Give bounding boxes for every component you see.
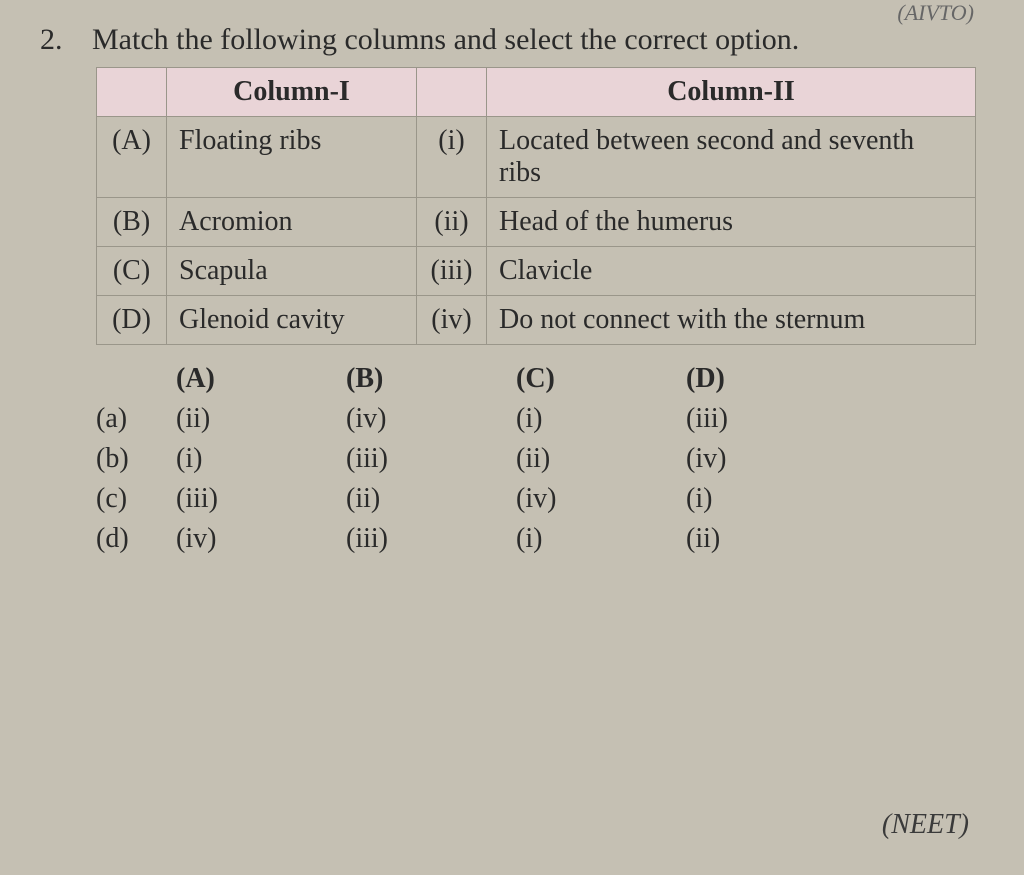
table-row: (D) Glenoid cavity (iv) Do not connect w… bbox=[97, 295, 976, 344]
match-table-wrap: Column-I Column-II (A) Floating ribs (i)… bbox=[96, 67, 984, 345]
option-row-d[interactable]: (d) (iv) (iii) (i) (ii) bbox=[96, 523, 984, 555]
option-row-c[interactable]: (c) (iii) (ii) (iv) (i) bbox=[96, 483, 984, 515]
option-label-a: (a) bbox=[96, 403, 176, 435]
row-marker-B: (B) bbox=[97, 197, 167, 246]
option-a-B: (iv) bbox=[346, 403, 516, 435]
question-text: Match the following columns and select t… bbox=[92, 20, 799, 61]
column-1-header: Column-I bbox=[167, 67, 417, 116]
options-header-B: (B) bbox=[346, 363, 516, 395]
option-c-B: (ii) bbox=[346, 483, 516, 515]
option-c-D: (i) bbox=[686, 483, 856, 515]
table-row: (C) Scapula (iii) Clavicle bbox=[97, 246, 976, 295]
row-col1-C: Scapula bbox=[167, 246, 417, 295]
row-marker-ii: (ii) bbox=[417, 197, 487, 246]
option-label-d: (d) bbox=[96, 523, 176, 555]
option-d-D: (ii) bbox=[686, 523, 856, 555]
options-header-A: (A) bbox=[176, 363, 346, 395]
option-d-A: (iv) bbox=[176, 523, 346, 555]
options-wrap: (A) (B) (C) (D) (a) (ii) (iv) (i) (iii) … bbox=[96, 363, 984, 555]
match-table: Column-I Column-II (A) Floating ribs (i)… bbox=[96, 67, 976, 345]
blank-header-2 bbox=[417, 67, 487, 116]
options-header-row: (A) (B) (C) (D) bbox=[96, 363, 984, 395]
option-b-B: (iii) bbox=[346, 443, 516, 475]
option-row-b[interactable]: (b) (i) (iii) (ii) (iv) bbox=[96, 443, 984, 475]
row-marker-C: (C) bbox=[97, 246, 167, 295]
row-marker-i: (i) bbox=[417, 116, 487, 197]
source-tag: (NEET) bbox=[882, 809, 969, 841]
row-col2-ii: Head of the humerus bbox=[487, 197, 976, 246]
row-col1-D: Glenoid cavity bbox=[167, 295, 417, 344]
question-number: 2. bbox=[40, 23, 92, 57]
table-row: (B) Acromion (ii) Head of the humerus bbox=[97, 197, 976, 246]
option-c-A: (iii) bbox=[176, 483, 346, 515]
header-fragment: (AIVTO) bbox=[897, 0, 974, 26]
option-b-D: (iv) bbox=[686, 443, 856, 475]
option-d-C: (i) bbox=[516, 523, 686, 555]
options-header-blank bbox=[96, 363, 176, 395]
row-marker-A: (A) bbox=[97, 116, 167, 197]
row-marker-iii: (iii) bbox=[417, 246, 487, 295]
column-2-header: Column-II bbox=[487, 67, 976, 116]
row-col2-iii: Clavicle bbox=[487, 246, 976, 295]
row-marker-iv: (iv) bbox=[417, 295, 487, 344]
row-col1-A: Floating ribs bbox=[167, 116, 417, 197]
option-label-b: (b) bbox=[96, 443, 176, 475]
option-d-B: (iii) bbox=[346, 523, 516, 555]
option-a-C: (i) bbox=[516, 403, 686, 435]
options-header-D: (D) bbox=[686, 363, 856, 395]
option-label-c: (c) bbox=[96, 483, 176, 515]
option-a-A: (ii) bbox=[176, 403, 346, 435]
row-col2-iv: Do not connect with the sternum bbox=[487, 295, 976, 344]
table-header-row: Column-I Column-II bbox=[97, 67, 976, 116]
options-header-C: (C) bbox=[516, 363, 686, 395]
table-row: (A) Floating ribs (i) Located between se… bbox=[97, 116, 976, 197]
row-col1-B: Acromion bbox=[167, 197, 417, 246]
option-a-D: (iii) bbox=[686, 403, 856, 435]
blank-header-1 bbox=[97, 67, 167, 116]
question-row: 2. Match the following columns and selec… bbox=[40, 20, 984, 61]
option-c-C: (iv) bbox=[516, 483, 686, 515]
option-b-A: (i) bbox=[176, 443, 346, 475]
row-col2-i: Located between second and seventh ribs bbox=[487, 116, 976, 197]
option-row-a[interactable]: (a) (ii) (iv) (i) (iii) bbox=[96, 403, 984, 435]
option-b-C: (ii) bbox=[516, 443, 686, 475]
row-marker-D: (D) bbox=[97, 295, 167, 344]
